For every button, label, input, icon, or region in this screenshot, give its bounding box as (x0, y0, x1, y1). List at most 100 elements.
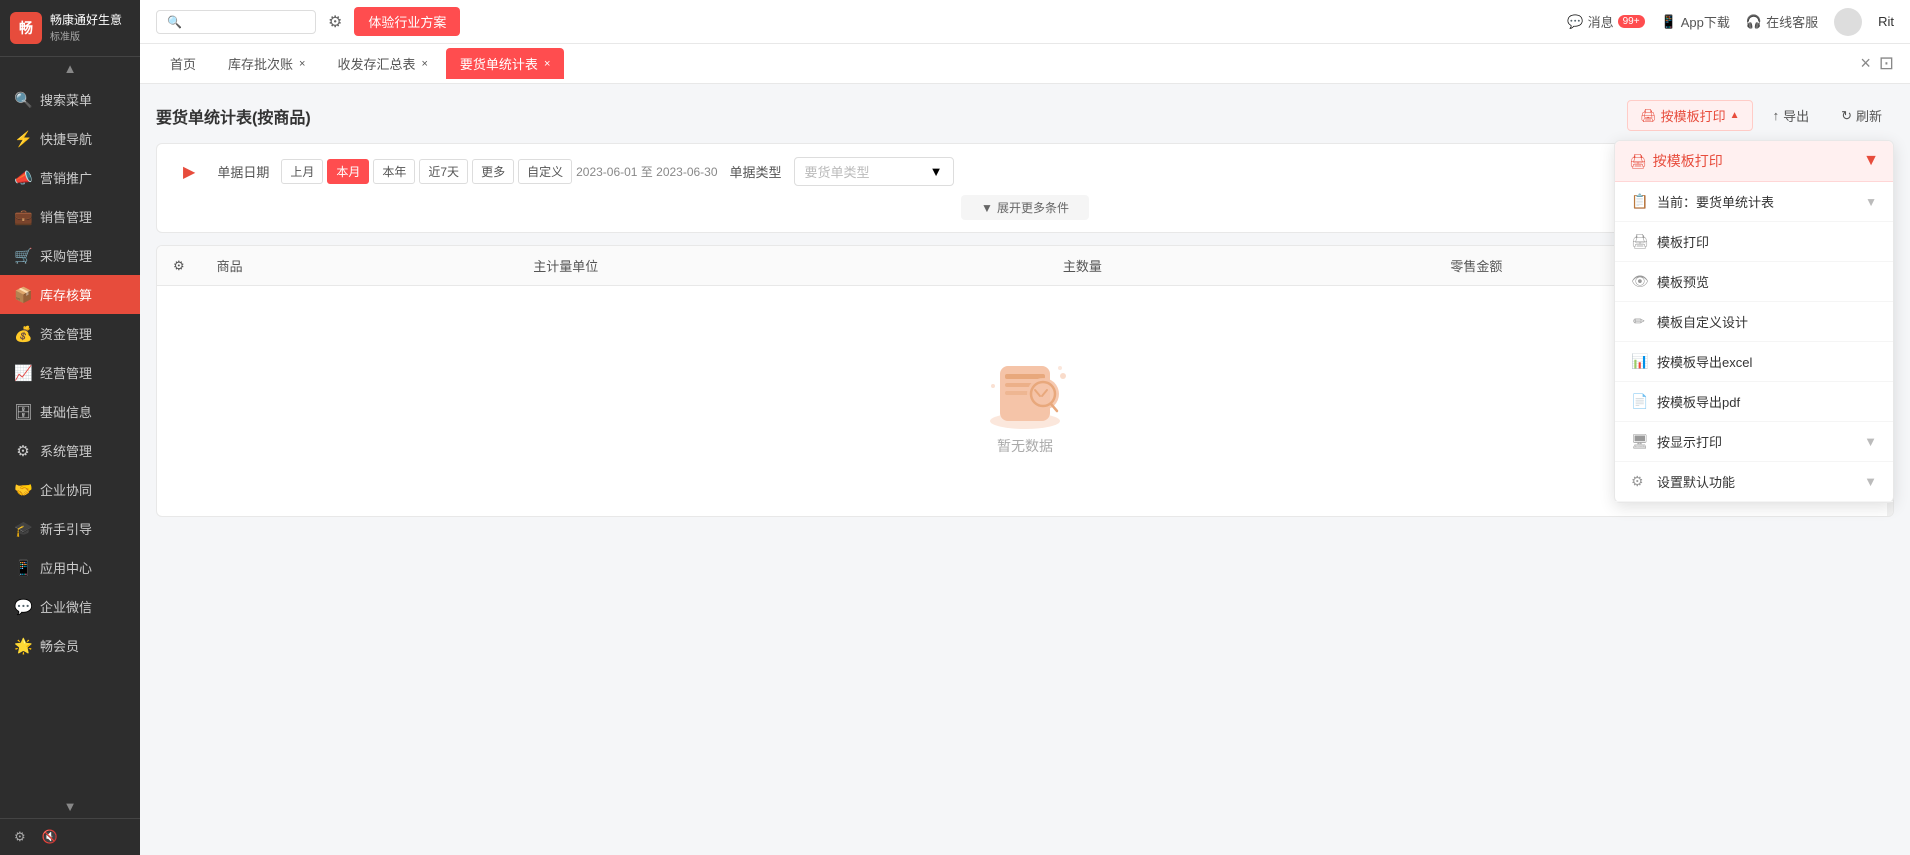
tab-close-all-btn[interactable]: × (1860, 53, 1871, 74)
tab-close-icon[interactable]: × (421, 58, 427, 70)
system-nav-icon: ⚙ (14, 442, 32, 460)
tab-label: 要货单统计表 (460, 54, 538, 73)
app-logo: 畅 畅康通好生意 标准版 (0, 0, 140, 57)
dropdown-section-label: 设置默认功能 (1657, 472, 1735, 491)
col-product: 商品 (201, 246, 518, 286)
operation-nav-icon: 📈 (14, 364, 32, 382)
sidebar-item-label: 采购管理 (40, 246, 92, 265)
app-download-btn[interactable]: 📱 App下载 (1661, 12, 1730, 31)
search-icon: 🔍 (167, 15, 182, 29)
sidebar-item-system[interactable]: ⚙ 系统管理 (0, 431, 140, 470)
filter-expand-left-btn[interactable]: ▶ (173, 157, 205, 187)
sidebar-item-label: 库存核算 (40, 285, 92, 304)
dropdown-item-export-excel[interactable]: 📊 按模板导出excel (1615, 342, 1893, 382)
experience-btn[interactable]: 体验行业方案 (354, 7, 460, 36)
dropdown-current-item[interactable]: 📋 当前：要货单统计表 ▼ (1615, 182, 1893, 222)
sidebar-item-sales[interactable]: 💼 销售管理 (0, 197, 140, 236)
sidebar-item-marketing[interactable]: 📣 营销推广 (0, 158, 140, 197)
tab-label: 收发存汇总表 (337, 54, 415, 73)
avatar[interactable] (1834, 8, 1862, 36)
mute-icon[interactable]: 🔇 (42, 829, 58, 845)
dropdown-item-template-design[interactable]: ✏ 模板自定义设计 (1615, 302, 1893, 342)
dropdown-item-label: 模板预览 (1657, 272, 1709, 291)
date-btn-more[interactable]: 更多 (472, 159, 514, 184)
tab-receipt-summary[interactable]: 收发存汇总表 × (323, 48, 441, 79)
sidebar-item-quick[interactable]: ⚡ 快捷导航 (0, 119, 140, 158)
sidebar-item-inventory[interactable]: 📦 库存核算 (0, 275, 140, 314)
template-design-icon: ✏ (1631, 313, 1647, 330)
purchase-nav-icon: 🛒 (14, 247, 32, 265)
sidebar-item-label: 经营管理 (40, 363, 92, 382)
current-arrow-icon: ▼ (1865, 195, 1877, 209)
service-icon: 🎧 (1746, 14, 1762, 30)
tab-batch-account[interactable]: 库存批次账 × (214, 48, 319, 79)
main-area: 🔍 ⚙ 体验行业方案 💬 消息 99+ 📱 App下载 🎧 在线客服 Rit (140, 0, 1910, 855)
logo-icon: 畅 (10, 12, 42, 44)
sidebar-item-label: 新手引导 (40, 519, 92, 538)
dropdown-item-template-print[interactable]: 🖨 模板打印 (1615, 222, 1893, 262)
section-arrow-icon: ▼ (1864, 474, 1877, 489)
date-group: 上月 本月 本年 近7天 更多 自定义 2023-06-01 至 2023-06… (281, 159, 717, 184)
dropdown-section-display-print[interactable]: 🖥 按显示打印 ▼ (1615, 422, 1893, 462)
sidebar-item-search[interactable]: 🔍 搜索菜单 (0, 80, 140, 119)
online-service-btn[interactable]: 🎧 在线客服 (1746, 12, 1818, 31)
sales-nav-icon: 💼 (14, 208, 32, 226)
scroll-up-btn[interactable]: ▲ (0, 57, 140, 80)
tab-maximize-btn[interactable]: ⊡ (1879, 53, 1894, 74)
date-btn-7days[interactable]: 近7天 (419, 159, 468, 184)
export-icon: ↑ (1773, 108, 1780, 123)
sidebar: 畅 畅康通好生意 标准版 ▲ 🔍 搜索菜单 ⚡ 快捷导航 📣 营销推广 💼 销售… (0, 0, 140, 855)
sidebar-item-guide[interactable]: 🎓 新手引导 (0, 509, 140, 548)
sidebar-item-purchase[interactable]: 🛒 采购管理 (0, 236, 140, 275)
apps-nav-icon: 📱 (14, 559, 32, 577)
sidebar-item-label: 企业微信 (40, 597, 92, 616)
username: Rit (1878, 14, 1894, 29)
sidebar-item-collab[interactable]: 🤝 企业协同 (0, 470, 140, 509)
global-search[interactable]: 🔍 (156, 10, 316, 34)
scroll-down-btn[interactable]: ▼ (0, 795, 140, 818)
type-select[interactable]: 要货单类型 ▼ (794, 157, 954, 186)
expand-more-btn[interactable]: ▼ 展开更多条件 (961, 195, 1089, 220)
tab-close-icon[interactable]: × (544, 58, 550, 70)
sidebar-item-label: 系统管理 (40, 441, 92, 460)
refresh-btn[interactable]: ↻ 刷新 (1829, 101, 1894, 130)
main-nav: 🔍 搜索菜单 ⚡ 快捷导航 📣 营销推广 💼 销售管理 🛒 采购管理 📦 库存核… (0, 80, 140, 795)
dropdown-close-btn[interactable]: ▼ (1863, 152, 1879, 170)
sidebar-item-wechat[interactable]: 💬 企业微信 (0, 587, 140, 626)
dropdown-item-export-pdf[interactable]: 📄 按模板导出pdf (1615, 382, 1893, 422)
guide-nav-icon: 🎓 (14, 520, 32, 538)
tabs-bar: 首页 库存批次账 × 收发存汇总表 × 要货单统计表 × × ⊡ (140, 44, 1910, 84)
export-btn[interactable]: ↑ 导出 (1761, 101, 1822, 130)
content-area: 要货单统计表(按商品) 🖨 按模板打印 ▲ 🖨 按模板打印 ▼ (140, 84, 1910, 855)
print-template-btn[interactable]: 🖨 按模板打印 ▲ (1627, 100, 1752, 131)
dropdown-item-label: 按模板导出pdf (1657, 392, 1740, 411)
date-btn-this-year[interactable]: 本年 (373, 159, 415, 184)
settings-gear-icon[interactable]: ⚙ (328, 12, 342, 32)
tab-home[interactable]: 首页 (156, 48, 210, 79)
dropdown-item-template-preview[interactable]: 👁 模板预览 (1615, 262, 1893, 302)
sidebar-item-basic[interactable]: 🗄 基础信息 (0, 392, 140, 431)
sidebar-item-label: 应用中心 (40, 558, 92, 577)
dropdown-section-default-settings[interactable]: ⚙ 设置默认功能 ▼ (1615, 462, 1893, 502)
sidebar-item-operation[interactable]: 📈 经营管理 (0, 353, 140, 392)
date-btn-custom[interactable]: 自定义 (518, 159, 572, 184)
tab-label: 库存批次账 (228, 54, 293, 73)
dropdown-item-label: 模板自定义设计 (1657, 312, 1748, 331)
tab-order-stats[interactable]: 要货单统计表 × (446, 48, 564, 79)
settings-icon[interactable]: ⚙ (14, 829, 26, 845)
settings-col-icon[interactable]: ⚙ (173, 258, 185, 273)
sidebar-item-apps[interactable]: 📱 应用中心 (0, 548, 140, 587)
tab-close-icon[interactable]: × (299, 58, 305, 70)
sidebar-item-member[interactable]: 🌟 畅会员 (0, 626, 140, 665)
message-btn[interactable]: 💬 消息 99+ (1567, 12, 1644, 31)
quick-nav-icon: ⚡ (14, 130, 32, 148)
app-name: 畅康通好生意 (50, 13, 122, 29)
col-quantity: 主数量 (1047, 246, 1435, 286)
sidebar-item-label: 基础信息 (40, 402, 92, 421)
date-btn-last-month[interactable]: 上月 (281, 159, 323, 184)
date-btn-this-month[interactable]: 本月 (327, 159, 369, 184)
inventory-nav-icon: 📦 (14, 286, 32, 304)
sidebar-item-finance[interactable]: 💰 资金管理 (0, 314, 140, 353)
tab-home-label: 首页 (170, 54, 196, 73)
dropdown-item-label: 模板打印 (1657, 232, 1709, 251)
